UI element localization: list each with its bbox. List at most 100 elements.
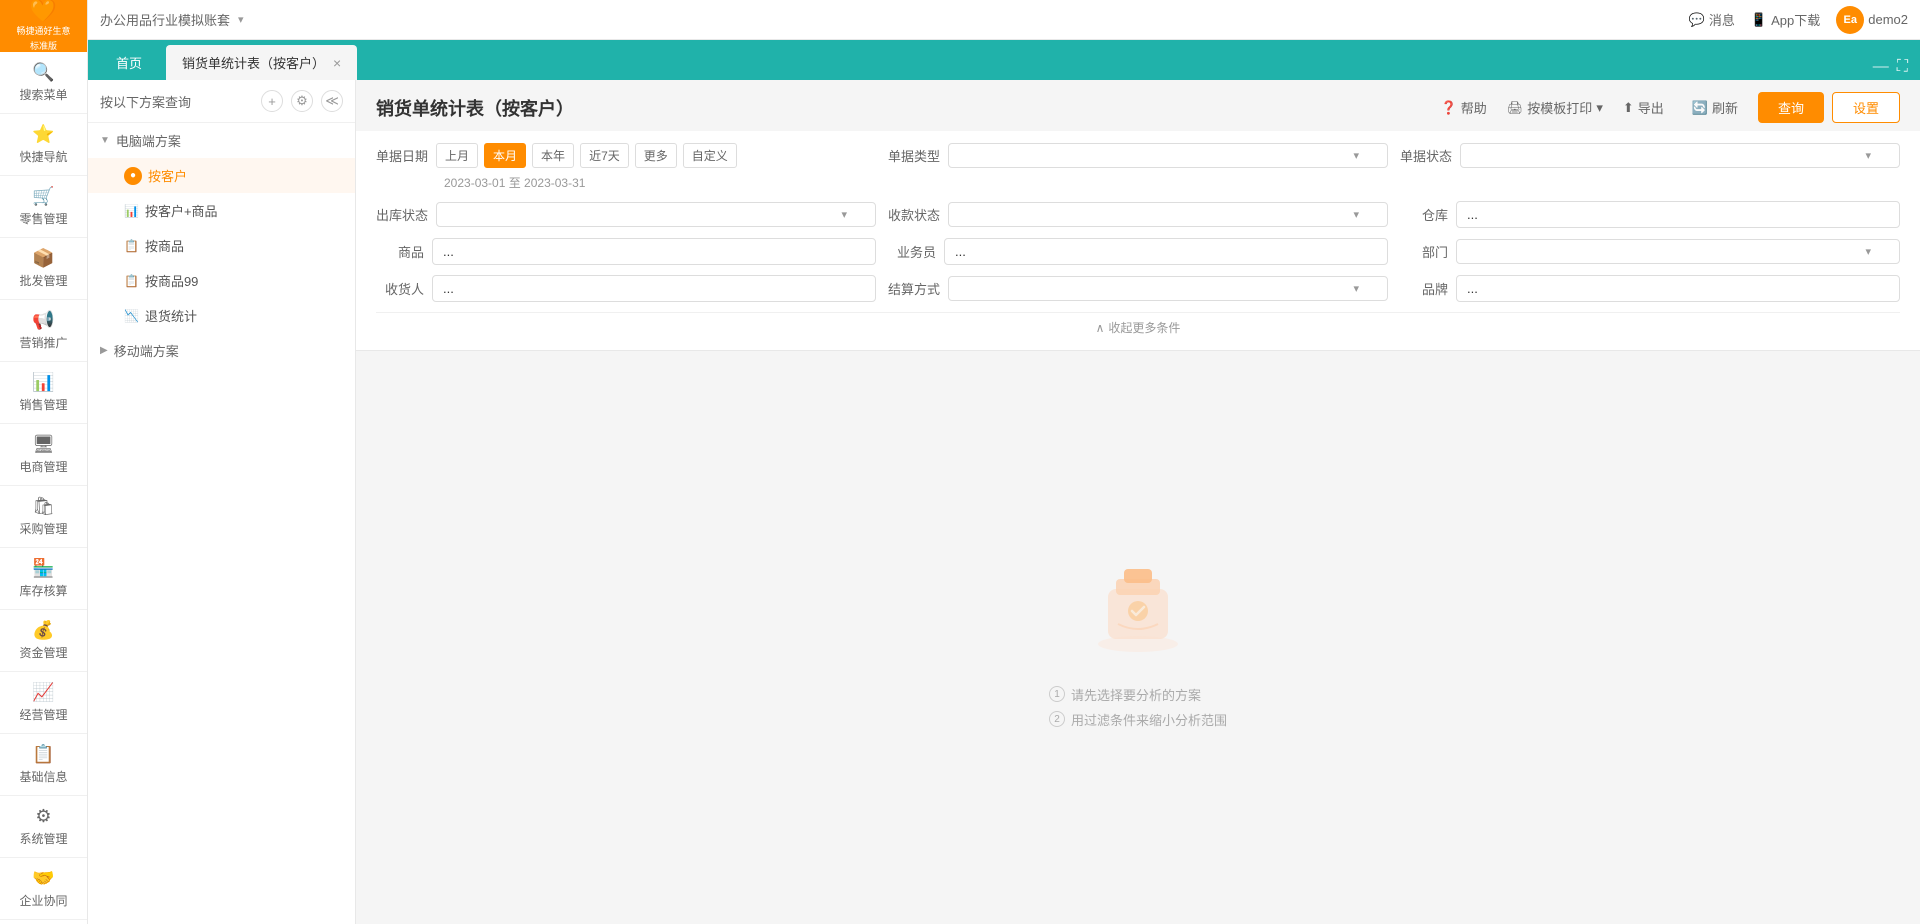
settlement-select[interactable]: ▾ [948, 276, 1388, 301]
export-icon: ⬆ [1623, 100, 1634, 116]
payment-select[interactable]: ▾ [948, 202, 1388, 227]
sidebar-item-operations[interactable]: 📈 经营管理 [0, 672, 88, 734]
order-status-label: 单据状态 [1400, 146, 1452, 165]
pc-scheme-items: ● 按客户 📊 按客户+商品 📋 按商品 📋 按商品99 [88, 158, 355, 333]
sidebar-item-retail-mgmt[interactable]: 🛒 零售管理 [0, 176, 88, 238]
order-status-chevron-icon: ▾ [1865, 149, 1871, 162]
department-select[interactable]: ▾ [1456, 239, 1900, 264]
megaphone-icon: 📢 [32, 310, 54, 331]
sidebar-item-purchase[interactable]: 🛍 采购管理 [0, 486, 88, 548]
order-type-select[interactable]: ▾ [948, 143, 1388, 168]
sidebar-label-retail-mgmt: 零售管理 [19, 210, 67, 227]
query-btn[interactable]: 查询 [1758, 92, 1824, 123]
date-btn-more[interactable]: 更多 [635, 143, 677, 168]
help-btn[interactable]: ❓ 帮助 [1433, 94, 1495, 121]
receiver-select[interactable]: ... [432, 275, 876, 302]
date-btn-this-month[interactable]: 本月 [484, 143, 526, 168]
return-stats-label: 退货统计 [145, 306, 197, 325]
brand-label: 品牌 [1400, 279, 1448, 298]
sidebar-item-wholesale-mgmt[interactable]: 📦 批发管理 [0, 238, 88, 300]
brand-select[interactable]: ... [1456, 275, 1900, 302]
warehouse-select[interactable]: ... [1456, 201, 1900, 228]
department-filter-cell: 部门 ▾ [1400, 238, 1900, 265]
salesperson-control: ... [944, 238, 1388, 265]
date-range-row: 2023-03-01 至 2023-03-31 [376, 174, 1900, 191]
main-area: 办公用品行业模拟账套 ▾ 💬 消息 📱 App下载 Ea demo2 首页 [88, 0, 1920, 924]
scheme-by-product-99[interactable]: 📋 按商品99 [88, 263, 355, 298]
tab-minimize-btn[interactable]: — [1873, 58, 1889, 76]
sidebar-label-finance: 资金管理 [19, 644, 67, 661]
add-scheme-btn[interactable]: + [261, 90, 283, 112]
refresh-btn[interactable]: 🔄 刷新 [1684, 94, 1746, 121]
sidebar-label-sales-mgmt: 销售管理 [19, 396, 67, 413]
template-print-btn[interactable]: 🖨 按模板打印 ▾ [1507, 98, 1603, 117]
topbar-chevron-icon[interactable]: ▾ [238, 13, 244, 26]
collapse-bar[interactable]: ∧ 收起更多条件 [376, 312, 1900, 342]
date-picker-group: 上月 本月 本年 近7天 更多 自定义 [436, 143, 737, 168]
mobile-schemes-section[interactable]: ▶ 移动端方案 [88, 333, 355, 368]
user-name: demo2 [1868, 12, 1908, 27]
message-icon: 💬 [1689, 12, 1705, 28]
order-status-filter-cell: 单据状态 ▾ [1400, 143, 1900, 168]
bag-icon: 🛍 [32, 496, 55, 517]
scheme-by-customer-product[interactable]: 📊 按客户+商品 [88, 193, 355, 228]
sidebar-label-operations: 经营管理 [19, 706, 67, 723]
settings-btn[interactable]: 设置 [1832, 92, 1900, 123]
sidebar-item-sales-mgmt[interactable]: 📊 销售管理 [0, 362, 88, 424]
salesperson-dots: ... [955, 244, 966, 259]
print-chevron-icon: ▾ [1596, 100, 1603, 116]
sidebar-item-basic-info[interactable]: 📋 基础信息 [0, 734, 88, 796]
download-icon: 📱 [1751, 12, 1767, 28]
sidebar-item-ecommerce[interactable]: 🖥 电商管理 [0, 424, 88, 486]
outbound-chevron-icon: ▾ [841, 208, 847, 221]
settings-scheme-btn[interactable]: ⚙ [291, 90, 313, 112]
outbound-select[interactable]: ▾ [436, 202, 876, 227]
date-btn-custom[interactable]: 自定义 [683, 143, 737, 168]
sidebar-item-new-guide[interactable]: 🎯 新手引导 [0, 920, 88, 924]
sidebar-label-marketing: 营销推广 [19, 334, 67, 351]
date-btn-last-month[interactable]: 上月 [436, 143, 478, 168]
tab-maximize-btn[interactable]: ⛶ [1897, 58, 1908, 76]
user-menu[interactable]: Ea demo2 [1836, 6, 1908, 34]
goods-dots: ... [443, 244, 454, 259]
warehouse-control: ... [1456, 201, 1900, 228]
empty-tips: 1 请先选择要分析的方案 2 用过滤条件来缩小分析范围 [1049, 685, 1227, 735]
sidebar-item-inventory[interactable]: 🏪 库存核算 [0, 548, 88, 610]
order-status-select[interactable]: ▾ [1460, 143, 1900, 168]
date-btn-7days[interactable]: 近7天 [580, 143, 629, 168]
tab-home[interactable]: 首页 [96, 45, 162, 80]
plus-icon: + [268, 94, 276, 109]
sidebar-item-search-menu[interactable]: 🔍 搜索菜单 [0, 52, 88, 114]
sidebar-item-enterprise[interactable]: 🤝 企业协同 [0, 858, 88, 920]
tab-active[interactable]: 销货单统计表（按客户） × [166, 45, 357, 80]
sidebar-item-marketing[interactable]: 📢 营销推广 [0, 300, 88, 362]
goods-select[interactable]: ... [432, 238, 876, 265]
mobile-arrow-icon: ▶ [100, 345, 108, 356]
message-btn[interactable]: 💬 消息 [1689, 10, 1735, 29]
sidebar-label-basic-info: 基础信息 [19, 768, 67, 785]
settlement-filter-cell: 结算方式 ▾ [888, 275, 1388, 302]
return-small-icon: 📉 [124, 309, 139, 323]
scheme-return-stats[interactable]: 📉 退货统计 [88, 298, 355, 333]
brand-dots: ... [1467, 281, 1478, 296]
action-buttons: 查询 设置 [1758, 92, 1900, 123]
export-btn[interactable]: ⬆ 导出 [1615, 94, 1672, 121]
pc-schemes-section[interactable]: ▼ 电脑端方案 [88, 123, 355, 158]
sidebar-item-finance[interactable]: 💰 资金管理 [0, 610, 88, 672]
tip-2-num: 2 [1049, 711, 1065, 727]
tab-close-icon[interactable]: × [333, 55, 341, 71]
collapse-panel-btn[interactable]: ≪ [321, 90, 343, 112]
scheme-by-product[interactable]: 📋 按商品 [88, 228, 355, 263]
receiver-filter-cell: 收货人 ... [376, 275, 876, 302]
department-label: 部门 [1400, 242, 1448, 261]
payment-chevron-icon: ▾ [1353, 208, 1359, 221]
scheme-by-customer[interactable]: ● 按客户 [88, 158, 355, 193]
sidebar-item-quick-nav[interactable]: ⭐ 快捷导航 [0, 114, 88, 176]
sidebar-item-system[interactable]: ⚙ 系统管理 [0, 796, 88, 858]
logo-text: 畅捷通好生意 [16, 24, 70, 37]
active-scheme-indicator: ● [124, 167, 142, 185]
salesperson-label: 业务员 [888, 242, 936, 261]
date-btn-this-year[interactable]: 本年 [532, 143, 574, 168]
app-download-btn[interactable]: 📱 App下载 [1751, 10, 1820, 29]
salesperson-select[interactable]: ... [944, 238, 1388, 265]
